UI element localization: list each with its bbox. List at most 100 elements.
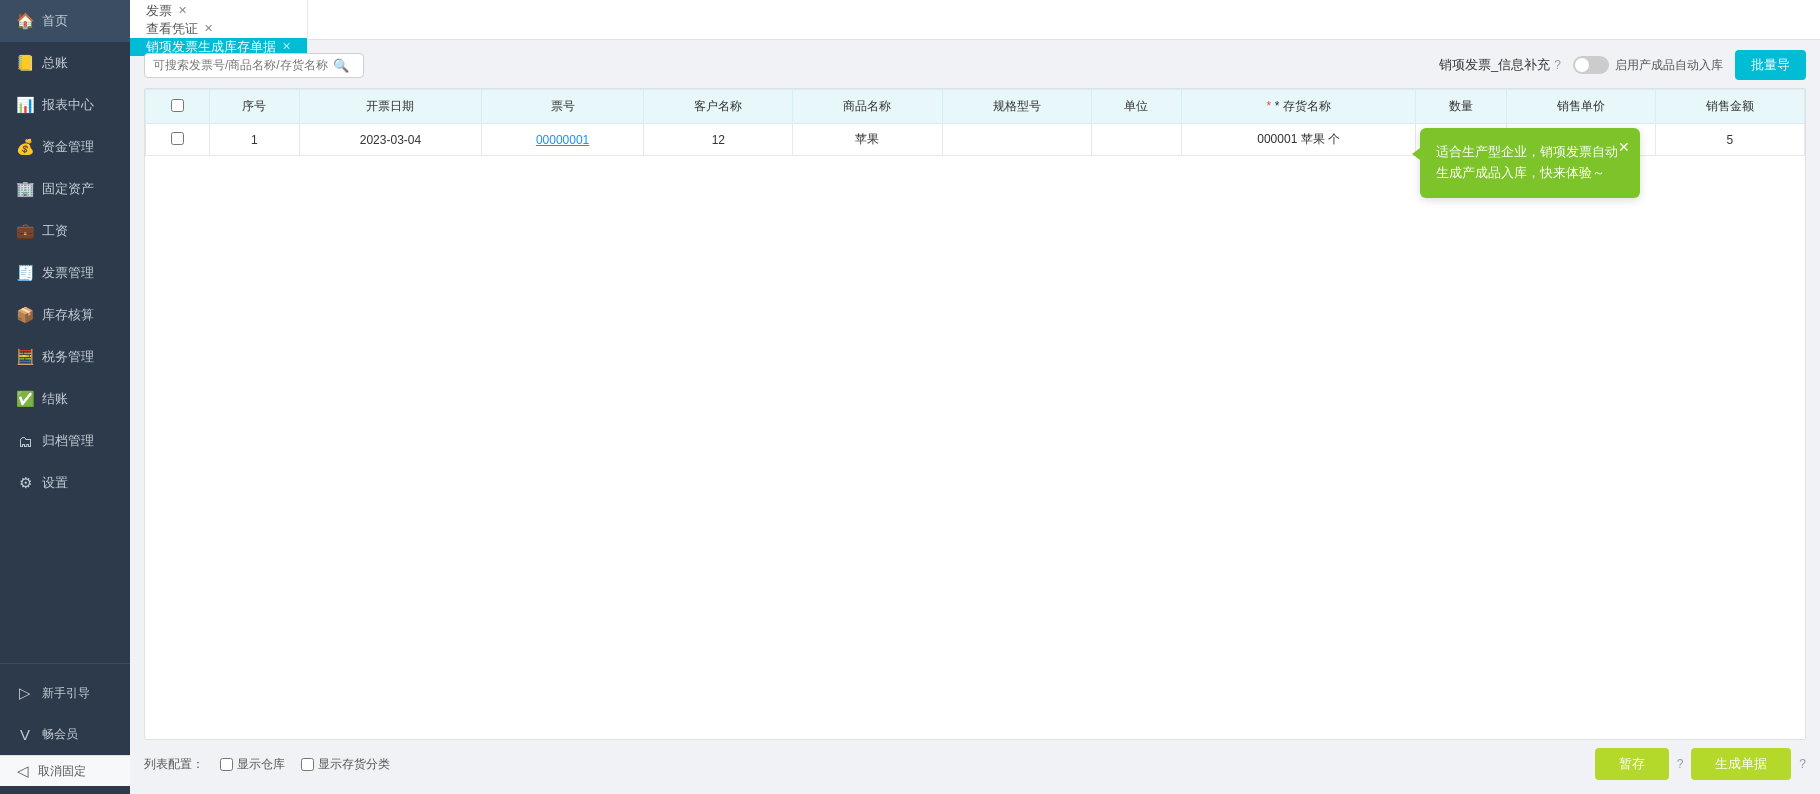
sidebar-icon-archive: 🗂 (16, 433, 34, 450)
toolbar-left: 🔍 (144, 53, 364, 78)
sidebar-label-settlement: 结账 (42, 390, 68, 408)
tooltip-close-button[interactable]: ✕ (1618, 136, 1630, 158)
col-header-date: 开票日期 (300, 90, 482, 124)
sidebar-label-tax: 税务管理 (42, 348, 94, 366)
sidebar-item-archive[interactable]: 🗂 归档管理 (0, 420, 130, 462)
batch-import-button[interactable]: 批量导 (1735, 50, 1806, 80)
cell-num-0: 00000001 (481, 124, 643, 156)
tab-label-voucher: 查看凭证 (146, 20, 198, 38)
cell-seq-0: 1 (209, 124, 299, 156)
tab-label-invoice: 发票 (146, 2, 172, 20)
col-header-checkbox (146, 90, 210, 124)
sidebar-item-funds[interactable]: 💰 资金管理 (0, 126, 130, 168)
col-header-unit: 单位 (1091, 90, 1181, 124)
tooltip-text: 适合生产型企业，销项发票自动生成产成品入库，快来体验～ (1436, 144, 1618, 180)
col-header-seq: 序号 (209, 90, 299, 124)
sidebar-label-funds: 资金管理 (42, 138, 94, 156)
sidebar-icon-payroll: 💼 (16, 222, 34, 240)
show-category-checkbox[interactable] (301, 758, 314, 771)
tab-close-invoice[interactable]: ✕ (178, 4, 187, 17)
sidebar-bottom-label-member: 畅会员 (42, 726, 78, 743)
select-all-checkbox[interactable] (171, 99, 184, 112)
save-button[interactable]: 暂存 (1595, 748, 1669, 780)
sidebar-icon-funds: 💰 (16, 138, 34, 156)
cell-inventory-0: 000001 苹果 个 (1182, 124, 1416, 156)
sidebar-bottom-icon-member: V (16, 726, 34, 743)
cell-customer-0: 12 (644, 124, 793, 156)
cell-product-0: 苹果 (793, 124, 942, 156)
main-area: 首页发票✕查看凭证✕销项发票生成库存单据✕ 🔍 销项发票_信息补充 ? 启用产成… (130, 0, 1820, 794)
bottom-bar-right: 暂存 ? 生成单据 ? (1595, 748, 1806, 780)
col-header-inventory: * * 存货名称 (1182, 90, 1416, 124)
sidebar-item-assets[interactable]: 🏢 固定资产 (0, 168, 130, 210)
config-label: 列表配置： (144, 756, 204, 773)
save-tip-icon[interactable]: ? (1677, 757, 1684, 771)
tooltip-popup: ✕ 适合生产型企业，销项发票自动生成产成品入库，快来体验～ (1420, 128, 1640, 198)
undo-fixed-button[interactable]: ◁ 取消固定 (0, 755, 130, 786)
show-category-label[interactable]: 显示存货分类 (301, 756, 390, 773)
sidebar: 🏠首页 📒 总账 📊 报表中心 💰 资金管理 🏢 固定资产 💼 工资 🧾 发票管理 📦 库存核算 🧮 税务管理 ✅… (0, 0, 130, 794)
sidebar-item-reports[interactable]: 📊 报表中心 (0, 84, 130, 126)
toggle-label: 启用产成品自动入库 (1615, 57, 1723, 74)
tab-voucher[interactable]: 查看凭证 ✕ (130, 20, 308, 38)
undo-fixed-label: 取消固定 (38, 763, 86, 780)
toolbar-right: 销项发票_信息补充 ? 启用产成品自动入库 批量导 (1439, 50, 1806, 80)
sidebar-label-assets: 固定资产 (42, 180, 94, 198)
sidebar-label-invoice-mgmt: 发票管理 (42, 264, 94, 282)
sidebar-bottom: ▷ 新手引导 V 畅会员 ◁ 取消固定 (0, 663, 130, 794)
tab-bar: 首页发票✕查看凭证✕销项发票生成库存单据✕ (130, 0, 1820, 40)
sidebar-label-reports: 报表中心 (42, 96, 94, 114)
col-header-qty: 数量 (1416, 90, 1506, 124)
toolbar: 🔍 销项发票_信息补充 ? 启用产成品自动入库 批量导 (144, 50, 1806, 80)
sidebar-item-home[interactable]: 🏠首页 (0, 0, 130, 42)
sidebar-label-ledger: 总账 (42, 54, 68, 72)
tab-close-voucher[interactable]: ✕ (204, 22, 213, 35)
sidebar-item-tax[interactable]: 🧮 税务管理 (0, 336, 130, 378)
generate-tip-icon[interactable]: ? (1799, 757, 1806, 771)
cell-model-0 (942, 124, 1091, 156)
show-warehouse-label[interactable]: 显示仓库 (220, 756, 285, 773)
sidebar-icon-home: 🏠 (16, 12, 34, 30)
invoice-num-link-0[interactable]: 00000001 (536, 133, 589, 147)
col-header-num: 票号 (481, 90, 643, 124)
sidebar-icon-invoice-mgmt: 🧾 (16, 264, 34, 282)
sidebar-item-settings[interactable]: ⚙ 设置 (0, 462, 130, 504)
toggle-wrap: 启用产成品自动入库 (1573, 56, 1723, 74)
info-label-text: 销项发票_信息补充 (1439, 56, 1550, 74)
sidebar-item-ledger[interactable]: 📒 总账 (0, 42, 130, 84)
sidebar-bottom-item-member[interactable]: V 畅会员 (0, 714, 130, 755)
sidebar-icon-settings: ⚙ (16, 474, 34, 492)
show-category-text: 显示存货分类 (318, 756, 390, 773)
search-input[interactable] (153, 58, 333, 72)
sidebar-item-inventory[interactable]: 📦 库存核算 (0, 294, 130, 336)
sidebar-icon-ledger: 📒 (16, 54, 34, 72)
sidebar-item-settlement[interactable]: ✅结账 (0, 378, 130, 420)
cell-date-0: 2023-03-04 (300, 124, 482, 156)
sidebar-item-payroll[interactable]: 💼 工资 (0, 210, 130, 252)
sidebar-label-payroll: 工资 (42, 222, 68, 240)
sidebar-icon-assets: 🏢 (16, 180, 34, 198)
tab-invoice[interactable]: 发票 ✕ (130, 2, 308, 20)
show-warehouse-checkbox[interactable] (220, 758, 233, 771)
sidebar-bottom-icon-guide: ▷ (16, 684, 34, 702)
generate-button[interactable]: 生成单据 (1691, 748, 1791, 780)
search-box[interactable]: 🔍 (144, 53, 364, 78)
sidebar-label-archive: 归档管理 (42, 432, 94, 450)
sidebar-bottom-item-guide[interactable]: ▷ 新手引导 (0, 672, 130, 714)
sidebar-item-invoice-mgmt[interactable]: 🧾 发票管理 (0, 252, 130, 294)
info-question-icon[interactable]: ? (1554, 58, 1561, 72)
sidebar-label-inventory: 库存核算 (42, 306, 94, 324)
bottom-bar: 列表配置： 显示仓库 显示存货分类 暂存 ? 生成单据 ? (144, 740, 1806, 784)
sidebar-icon-tax: 🧮 (16, 348, 34, 366)
row-checkbox-0[interactable] (171, 132, 184, 145)
undo-icon: ◁ (14, 762, 32, 780)
info-label: 销项发票_信息补充 ? (1439, 56, 1561, 74)
cell-checkbox-0[interactable] (146, 124, 210, 156)
col-header-price: 销售单价 (1506, 90, 1655, 124)
col-header-customer: 客户名称 (644, 90, 793, 124)
auto-warehouse-toggle[interactable] (1573, 56, 1609, 74)
sidebar-label-settings: 设置 (42, 474, 68, 492)
sidebar-icon-reports: 📊 (16, 96, 34, 114)
sidebar-icon-inventory: 📦 (16, 306, 34, 324)
sidebar-bottom-label-guide: 新手引导 (42, 685, 90, 702)
